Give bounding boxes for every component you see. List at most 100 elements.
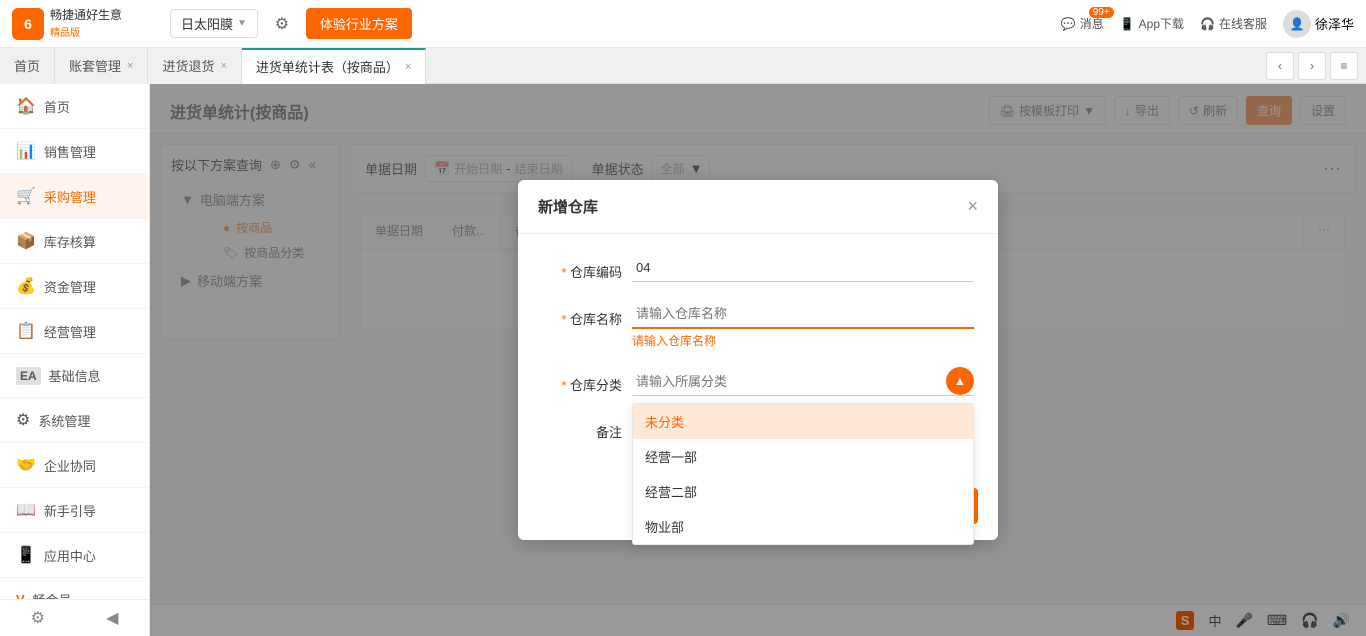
remark-label: 备注 xyxy=(542,414,622,441)
sidebar-item-finance[interactable]: 💰 资金管理 xyxy=(0,264,149,309)
message-icon: 💬 xyxy=(1061,17,1076,31)
app-download-label: App下载 xyxy=(1139,15,1184,32)
modal-header: 新增仓库 × xyxy=(518,180,998,234)
content-area: 进货单统计(按商品) 🖨 按模板打印 ▼ ↓ 导出 ↺ 刷新 xyxy=(150,84,1366,636)
user-area[interactable]: 👤 徐泽华 xyxy=(1283,10,1354,38)
app-download-item[interactable]: 📱 App下载 xyxy=(1120,15,1184,32)
sidebar-item-guide[interactable]: 📖 新手引导 xyxy=(0,488,149,533)
code-input[interactable] xyxy=(632,254,974,282)
tab-purchase-return-label: 进货退货 xyxy=(162,56,214,75)
sidebar-item-purchase[interactable]: 🛒 采购管理 xyxy=(0,174,149,219)
category-form-row: 仓库分类 ▲ 未分类 经营一部 经营二部 物业部 xyxy=(542,367,974,396)
category-input[interactable] xyxy=(632,368,946,395)
tab-bar: 首页 账套管理 × 进货退货 × 进货单统计表（按商品） × ‹ › ≡ xyxy=(0,48,1366,84)
tab-purchase-stats-label: 进货单统计表（按商品） xyxy=(256,57,399,76)
sidebar-item-home-label: 首页 xyxy=(44,97,70,116)
dropdown-item-ops2[interactable]: 经营二部 xyxy=(633,474,973,509)
tab-home-label: 首页 xyxy=(14,56,40,75)
category-dropdown-wrap: ▲ 未分类 经营一部 经营二部 物业部 xyxy=(632,367,974,396)
tab-accounts-label: 账套管理 xyxy=(69,56,121,75)
sidebar-item-basic-info-label: 基础信息 xyxy=(49,366,101,385)
category-input-row: ▲ xyxy=(632,367,974,396)
top-right-area: 💬 消息 99+ 📱 App下载 🎧 在线客服 👤 徐泽华 xyxy=(1061,10,1354,38)
category-dropdown-list: 未分类 经营一部 经营二部 物业部 xyxy=(632,403,974,545)
basic-info-icon: EA xyxy=(16,367,41,385)
purchase-icon: 🛒 xyxy=(16,186,36,206)
tab-actions: ‹ › ≡ xyxy=(1266,52,1366,80)
dropdown-item-property[interactable]: 物业部 xyxy=(633,509,973,544)
tab-accounts[interactable]: 账套管理 × xyxy=(55,48,148,84)
message-item[interactable]: 💬 消息 99+ xyxy=(1061,15,1104,32)
sidebar-collapse-icon[interactable]: ◀ xyxy=(106,608,118,628)
sidebar-item-home[interactable]: 🏠 首页 xyxy=(0,84,149,129)
tab-purchase-stats[interactable]: 进货单统计表（按商品） × xyxy=(242,48,426,84)
sidebar-bottom: ⚙ ◀ xyxy=(0,599,149,636)
inventory-icon: 📦 xyxy=(16,231,36,251)
settings-icon[interactable]: ⚙ xyxy=(266,8,298,40)
modal-body: 仓库编码 仓库名称 请输入仓库名称 xyxy=(518,234,998,476)
sidebar-item-finance-label: 资金管理 xyxy=(44,277,96,296)
sidebar: 🏠 首页 📊 销售管理 🛒 采购管理 📦 库存核算 💰 资金管理 📋 经营管理 … xyxy=(0,84,150,636)
sidebar-item-system-label: 系统管理 xyxy=(38,411,90,430)
tab-home[interactable]: 首页 xyxy=(0,48,55,84)
sidebar-item-system[interactable]: ⚙ 系统管理 xyxy=(0,398,149,443)
sidebar-item-inventory[interactable]: 📦 库存核算 xyxy=(0,219,149,264)
main-layout: 🏠 首页 📊 销售管理 🛒 采购管理 📦 库存核算 💰 资金管理 📋 经营管理 … xyxy=(0,84,1366,636)
sidebar-item-sales-label: 销售管理 xyxy=(44,142,96,161)
modal-overlay: 新增仓库 × 仓库编码 仓库名称 xyxy=(150,84,1366,636)
category-label: 仓库分类 xyxy=(542,367,622,394)
sidebar-item-collab-label: 企业协同 xyxy=(44,456,96,475)
top-bar: 6 畅捷通好生意 精品版 日太阳膜 ▼ ⚙ 体验行业方案 💬 消息 99+ 📱 … xyxy=(0,0,1366,48)
sidebar-item-sales[interactable]: 📊 销售管理 xyxy=(0,129,149,174)
code-form-row: 仓库编码 xyxy=(542,254,974,282)
modal-close-button[interactable]: × xyxy=(967,196,978,217)
sidebar-item-purchase-label: 采购管理 xyxy=(44,187,96,206)
logo-text-line1: 畅捷通好生意 xyxy=(50,8,122,24)
finance-icon: 💰 xyxy=(16,276,36,296)
sidebar-settings-icon[interactable]: ⚙ xyxy=(31,608,45,628)
operations-icon: 📋 xyxy=(16,321,36,341)
guide-icon: 📖 xyxy=(16,500,36,520)
store-dropdown-arrow: ▼ xyxy=(237,18,247,29)
online-service-label: 在线客服 xyxy=(1219,15,1267,32)
store-name: 日太阳膜 xyxy=(181,14,233,33)
trial-button[interactable]: 体验行业方案 xyxy=(306,8,412,39)
username: 徐泽华 xyxy=(1315,14,1354,33)
tab-purchase-return[interactable]: 进货退货 × xyxy=(148,48,241,84)
message-badge: 99+ xyxy=(1089,7,1114,18)
collab-icon: 🤝 xyxy=(16,455,36,475)
tab-next-btn[interactable]: › xyxy=(1298,52,1326,80)
category-dropdown-toggle[interactable]: ▲ xyxy=(946,367,974,395)
sidebar-item-operations-label: 经营管理 xyxy=(44,322,96,341)
avatar: 👤 xyxy=(1283,10,1311,38)
app-icon: 📱 xyxy=(1120,17,1135,31)
dropdown-item-ops1[interactable]: 经营一部 xyxy=(633,439,973,474)
sidebar-item-guide-label: 新手引导 xyxy=(44,501,96,520)
code-label: 仓库编码 xyxy=(542,254,622,281)
headset-icon: 🎧 xyxy=(1200,17,1215,31)
add-warehouse-modal: 新增仓库 × 仓库编码 仓库名称 xyxy=(518,180,998,540)
logo-icon: 6 xyxy=(12,8,44,40)
name-label: 仓库名称 xyxy=(542,301,622,328)
tab-prev-btn[interactable]: ‹ xyxy=(1266,52,1294,80)
home-icon: 🏠 xyxy=(16,96,36,116)
sales-icon: 📊 xyxy=(16,141,36,161)
name-input[interactable] xyxy=(632,300,974,329)
dropdown-item-uncategorized[interactable]: 未分类 xyxy=(633,404,973,439)
sidebar-item-collab[interactable]: 🤝 企业协同 xyxy=(0,443,149,488)
sidebar-item-operations[interactable]: 📋 经营管理 xyxy=(0,309,149,354)
modal-title: 新增仓库 xyxy=(538,196,598,217)
tab-purchase-stats-close[interactable]: × xyxy=(405,61,411,73)
tab-purchase-return-close[interactable]: × xyxy=(220,60,226,72)
sidebar-item-basic-info[interactable]: EA 基础信息 xyxy=(0,354,149,398)
tab-accounts-close[interactable]: × xyxy=(127,60,133,72)
store-selector[interactable]: 日太阳膜 ▼ xyxy=(170,9,258,38)
logo-badge: 精品版 xyxy=(50,24,122,39)
online-service-item[interactable]: 🎧 在线客服 xyxy=(1200,15,1267,32)
sidebar-item-inventory-label: 库存核算 xyxy=(44,232,96,251)
tab-menu-btn[interactable]: ≡ xyxy=(1330,52,1358,80)
sidebar-item-apps-label: 应用中心 xyxy=(44,546,96,565)
logo-area: 6 畅捷通好生意 精品版 xyxy=(12,8,162,40)
system-icon: ⚙ xyxy=(16,410,30,430)
sidebar-item-apps[interactable]: 📱 应用中心 xyxy=(0,533,149,578)
